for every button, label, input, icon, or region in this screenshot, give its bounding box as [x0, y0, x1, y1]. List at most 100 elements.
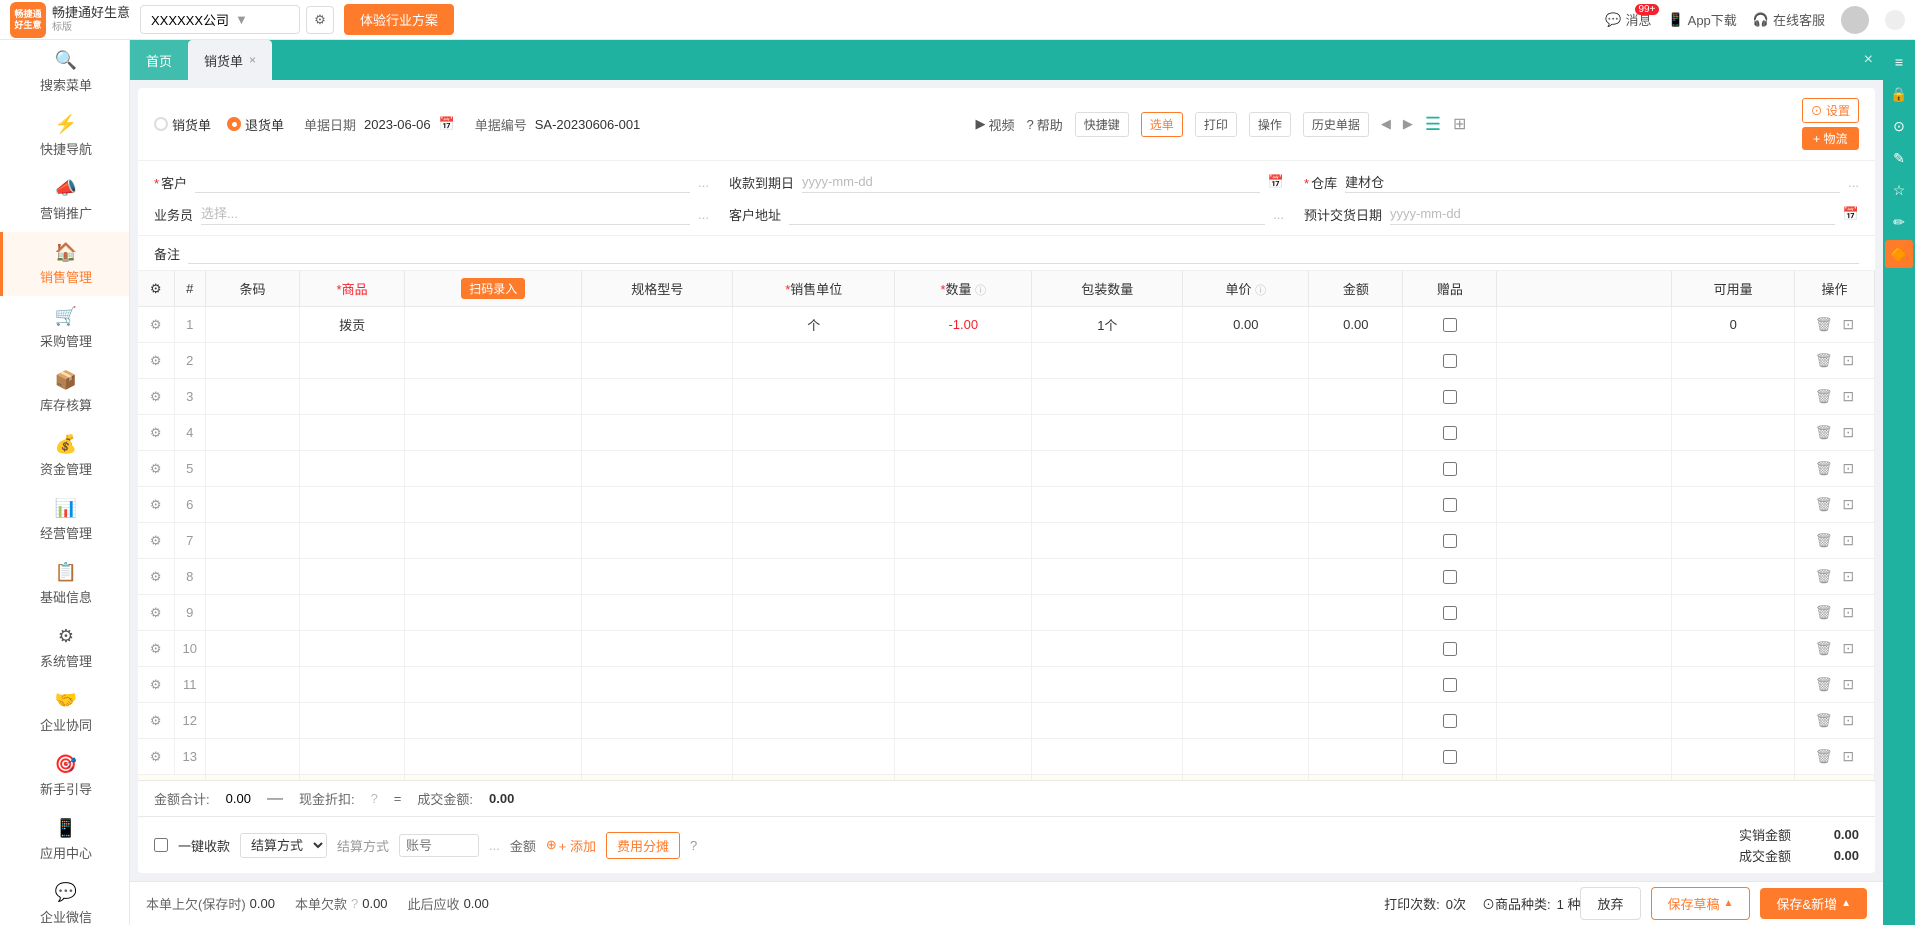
date-value[interactable]: 2023-06-06 — [364, 117, 431, 132]
row-unit-price-cell[interactable] — [1183, 343, 1309, 379]
row-gift-cell[interactable] — [1403, 523, 1497, 559]
gift-checkbox[interactable] — [1443, 642, 1457, 656]
row-pack-qty-cell[interactable] — [1032, 415, 1183, 451]
account-dots-icon[interactable]: ... — [489, 838, 500, 853]
row-product-cell[interactable]: 拨贡 — [300, 307, 405, 343]
tab-home[interactable]: 首页 — [130, 40, 188, 80]
copy-row-icon[interactable]: ⊡ — [1842, 640, 1854, 656]
gift-checkbox[interactable] — [1443, 498, 1457, 512]
row-barcode-cell[interactable] — [205, 343, 299, 379]
right-panel-icon-6[interactable]: ✏ — [1885, 208, 1913, 236]
calc-method-select[interactable]: 结算方式 — [240, 833, 327, 858]
shortcut-button[interactable]: 快捷键 — [1075, 112, 1129, 137]
gift-checkbox[interactable] — [1443, 462, 1457, 476]
row-quantity-cell[interactable] — [895, 595, 1032, 631]
copy-row-icon[interactable]: ⊡ — [1842, 424, 1854, 440]
row-quantity-cell[interactable] — [895, 631, 1032, 667]
view-grid-icon[interactable]: ⊞ — [1453, 114, 1466, 134]
address-dots-icon[interactable]: ... — [1273, 207, 1284, 222]
row-amount-cell[interactable] — [1309, 487, 1403, 523]
row-settings-cell[interactable]: ⚙ — [138, 595, 174, 631]
row-barcode-cell[interactable] — [205, 739, 299, 775]
nav-next-icon[interactable]: ▶ — [1403, 116, 1413, 132]
row-unit-price-cell[interactable] — [1183, 379, 1309, 415]
row-unit-price-cell[interactable] — [1183, 703, 1309, 739]
row-amount-cell[interactable] — [1309, 379, 1403, 415]
row-gift-cell[interactable] — [1403, 667, 1497, 703]
expected-delivery-input[interactable] — [1390, 203, 1835, 225]
row-barcode-cell[interactable] — [205, 667, 299, 703]
sidebar-item-wechat[interactable]: 💬 企业微信 — [0, 872, 129, 925]
row-spec-cell[interactable] — [582, 739, 733, 775]
sidebar-item-system[interactable]: ⚙ 系统管理 — [0, 616, 129, 680]
row-spec-cell[interactable] — [582, 703, 733, 739]
help-circle-icon[interactable]: ? — [690, 838, 697, 853]
row-gift-cell[interactable] — [1403, 559, 1497, 595]
row-spec-cell[interactable] — [582, 379, 733, 415]
delete-row-icon[interactable]: 🗑 — [1815, 748, 1833, 764]
save-new-button[interactable]: 保存&新增 ▲ — [1760, 888, 1867, 919]
row-settings-cell[interactable]: ⚙ — [138, 739, 174, 775]
row-pack-qty-cell[interactable] — [1032, 739, 1183, 775]
gift-checkbox[interactable] — [1443, 390, 1457, 404]
row-unit-cell[interactable] — [733, 559, 895, 595]
row-amount-cell[interactable] — [1309, 451, 1403, 487]
row-pack-qty-cell[interactable] — [1032, 379, 1183, 415]
delete-row-icon[interactable]: 🗑 — [1815, 532, 1833, 548]
row-unit-cell[interactable] — [733, 739, 895, 775]
nav-prev-icon[interactable]: ◀ — [1381, 116, 1391, 132]
row-unit-price-cell[interactable] — [1183, 451, 1309, 487]
gift-checkbox[interactable] — [1443, 678, 1457, 692]
row-quantity-cell[interactable] — [895, 559, 1032, 595]
row-quantity-cell[interactable] — [895, 703, 1032, 739]
row-amount-cell[interactable] — [1309, 739, 1403, 775]
form-logistics-button[interactable]: + 物流 — [1802, 127, 1859, 150]
sidebar-item-search[interactable]: 🔍 搜索菜单 — [0, 40, 129, 104]
gift-checkbox[interactable] — [1443, 750, 1457, 764]
row-pack-qty-cell[interactable] — [1032, 487, 1183, 523]
gift-checkbox[interactable] — [1443, 570, 1457, 584]
right-panel-icon-2[interactable]: 🔒 — [1885, 80, 1913, 108]
delete-row-icon[interactable]: 🗑 — [1815, 316, 1833, 332]
row-barcode-cell[interactable] — [205, 307, 299, 343]
tab-close-icon[interactable]: × — [249, 53, 256, 67]
row-unit-cell[interactable] — [733, 631, 895, 667]
row-pack-qty-cell[interactable] — [1032, 667, 1183, 703]
row-gift-cell[interactable] — [1403, 631, 1497, 667]
row-unit-price-cell[interactable] — [1183, 667, 1309, 703]
right-panel-icon-5[interactable]: ☆ — [1885, 176, 1913, 204]
row-unit-cell[interactable] — [733, 415, 895, 451]
row-barcode-cell[interactable] — [205, 559, 299, 595]
row-pack-qty-cell[interactable] — [1032, 343, 1183, 379]
row-product-cell[interactable] — [300, 523, 405, 559]
row-amount-cell[interactable] — [1309, 631, 1403, 667]
row-quantity-cell[interactable] — [895, 415, 1032, 451]
sidebar-item-guide[interactable]: 🎯 新手引导 — [0, 744, 129, 808]
row-settings-cell[interactable]: ⚙ — [138, 379, 174, 415]
form-settings-button[interactable]: ⊙ 设置 — [1802, 98, 1859, 123]
history-button[interactable]: 历史单据 — [1303, 112, 1369, 137]
row-barcode-cell[interactable] — [205, 487, 299, 523]
row-spec-cell[interactable] — [582, 523, 733, 559]
abandon-button[interactable]: 放弃 — [1580, 887, 1640, 920]
row-settings-cell[interactable]: ⚙ — [138, 487, 174, 523]
row-unit-cell[interactable] — [733, 451, 895, 487]
payment-due-calendar-icon[interactable]: 📅 — [1268, 174, 1284, 190]
payment-due-input[interactable] — [802, 171, 1260, 193]
copy-row-icon[interactable]: ⊡ — [1842, 352, 1854, 368]
row-unit-cell[interactable] — [733, 595, 895, 631]
row-barcode-cell[interactable] — [205, 523, 299, 559]
calendar-icon[interactable]: 📅 — [439, 116, 455, 132]
sidebar-item-sales[interactable]: 🏠 销售管理 — [0, 232, 129, 296]
row-product-cell[interactable] — [300, 595, 405, 631]
row-settings-cell[interactable]: ⚙ — [138, 451, 174, 487]
sidebar-item-purchase[interactable]: 🛒 采购管理 — [0, 296, 129, 360]
row-product-cell[interactable] — [300, 667, 405, 703]
trial-button[interactable]: 体验行业方案 — [344, 4, 454, 35]
row-product-cell[interactable] — [300, 415, 405, 451]
add-button[interactable]: ⊕ + 添加 — [546, 836, 596, 855]
print-button[interactable]: 打印 — [1195, 112, 1237, 137]
copy-row-icon[interactable]: ⊡ — [1842, 496, 1854, 512]
row-barcode-cell[interactable] — [205, 379, 299, 415]
row-settings-cell[interactable]: ⚙ — [138, 631, 174, 667]
